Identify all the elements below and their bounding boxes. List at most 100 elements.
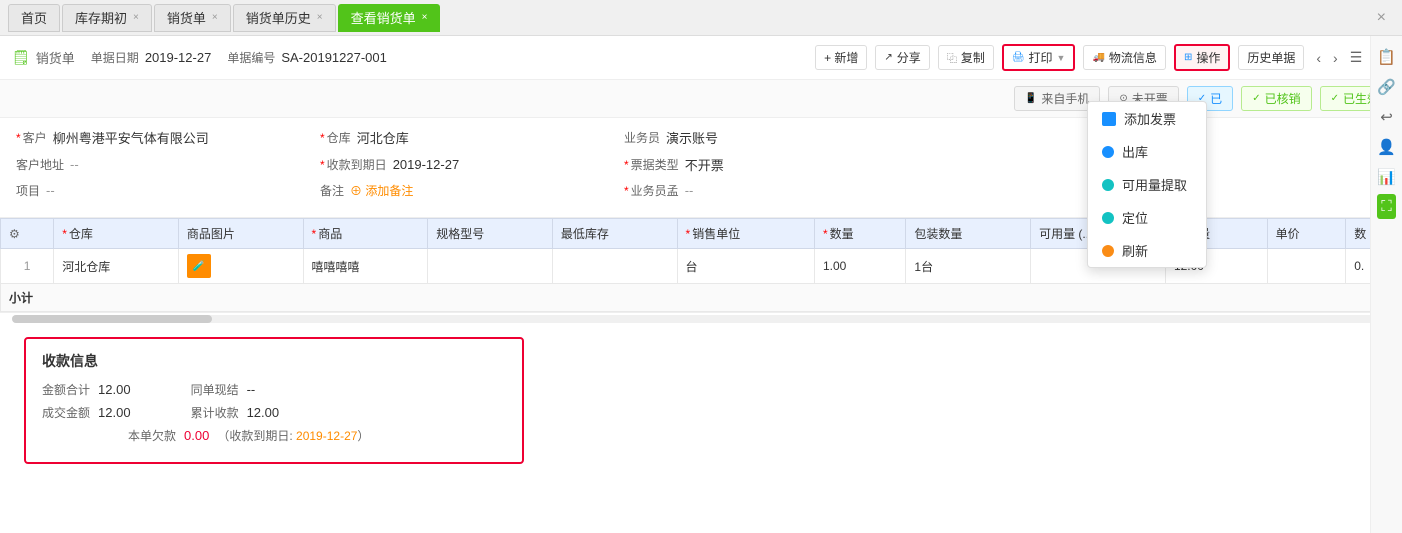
col-price: 单价	[1267, 219, 1346, 249]
cumulative-value: 12.00	[247, 405, 280, 420]
owed-due: （收款到期日: 2019-12-27）	[217, 427, 369, 444]
tab-home-label: 首页	[21, 8, 47, 27]
col-qty: 数量	[814, 219, 905, 249]
doc-type-label: 销货单	[36, 48, 75, 67]
menu-add-invoice[interactable]: 添加发票	[1088, 102, 1206, 135]
add-note-btn[interactable]: 添加备注	[350, 182, 413, 199]
ticket-value: 不开票	[685, 155, 724, 174]
warehouse-label: 仓库	[320, 129, 351, 146]
payment-date-label: 收款到期日	[320, 156, 387, 173]
settings-icon[interactable]: ⚙	[9, 227, 20, 241]
copy-button[interactable]: ⿻ 复制	[938, 45, 994, 70]
staff-value: 演示账号	[666, 128, 718, 147]
transaction-value: 12.00	[98, 405, 131, 420]
menu-outbound[interactable]: 出库	[1088, 135, 1206, 168]
tab-inventory-init[interactable]: 库存期初 ×	[62, 4, 152, 32]
col-settings[interactable]: ⚙	[1, 219, 54, 249]
customer-value: 柳州粤港平安气体有限公司	[53, 128, 209, 147]
owed-due-date: 2019-12-27	[296, 429, 357, 443]
outbound-label: 出库	[1122, 142, 1148, 161]
nav-prev[interactable]: ‹	[1312, 48, 1325, 68]
window-close-btn[interactable]: ×	[1369, 9, 1394, 27]
payment-date-field: 收款到期日 2019-12-27	[320, 156, 600, 173]
from-phone-label: 来自手机	[1041, 90, 1089, 107]
cumulative-label: 累计收款	[191, 404, 239, 421]
info-row-2: 成交金额 12.00 累计收款 12.00	[42, 404, 506, 421]
tab-inventory-label: 库存期初	[75, 8, 127, 27]
staff-field: 业务员 演示账号	[624, 128, 824, 147]
row-price	[1267, 249, 1346, 284]
transaction-item: 成交金额 12.00	[42, 404, 131, 421]
share-button[interactable]: ↗ 分享	[875, 45, 929, 70]
tab-bar: 首页 库存期初 × 销货单 × 销货单历史 × 查看销货单 × ×	[0, 0, 1402, 36]
staff2-field: 业务员孟 --	[624, 182, 824, 199]
doc-date-value: 2019-12-27	[145, 50, 212, 65]
refresh-icon	[1102, 245, 1114, 257]
tab-view-sales[interactable]: 查看销货单 ×	[338, 4, 441, 32]
transaction-label: 成交金额	[42, 404, 90, 421]
col-min-stock: 最低库存	[552, 219, 677, 249]
tab-sales-order[interactable]: 销货单 ×	[154, 4, 231, 32]
product-image: 🧪	[187, 254, 211, 278]
note-field: 备注 添加备注	[320, 182, 600, 199]
view-single[interactable]: ☰	[1346, 47, 1367, 68]
right-icon-link[interactable]: 🔗	[1373, 74, 1400, 100]
menu-refresh[interactable]: 刷新	[1088, 234, 1206, 267]
outbound-icon	[1102, 146, 1114, 158]
tab-sales-history[interactable]: 销货单历史 ×	[233, 4, 336, 32]
scroll-thumb[interactable]	[12, 315, 212, 323]
right-icon-expand[interactable]: ⛶	[1377, 194, 1396, 219]
customer-label: 客户	[16, 129, 47, 146]
logistics-button[interactable]: 🚚 物流信息	[1083, 45, 1165, 70]
doc-header: 🗒 销货单 单据日期 2019-12-27 单据编号 SA-20191227-0…	[0, 36, 1402, 80]
menu-locate[interactable]: 定位	[1088, 201, 1206, 234]
print-button[interactable]: 🖨 打印 ▼	[1002, 44, 1076, 71]
ticket-field: 票据类型 不开票	[624, 155, 824, 174]
table-scrollbar[interactable]	[12, 315, 1390, 323]
doc-date-item: 单据日期 2019-12-27	[91, 49, 212, 66]
share-label: 分享	[897, 49, 921, 66]
subtotal-label: 小计	[1, 284, 1402, 312]
col-pack: 包装数量	[906, 219, 1031, 249]
tab-inventory-close[interactable]: ×	[133, 12, 139, 23]
staff2-value: --	[685, 183, 694, 198]
doc-type-icon: 🗒	[12, 49, 30, 66]
operations-dropdown: 添加发票 出库 可用量提取 定位 刷新	[1087, 101, 1207, 268]
available-qty-label: 可用量提取	[1122, 175, 1187, 194]
tab-view-close[interactable]: ×	[422, 12, 428, 23]
row-pack: 1台	[906, 249, 1031, 284]
operations-button[interactable]: ⊞ 操作	[1174, 44, 1230, 71]
info-row-1: 金额合计 12.00 同单现结 --	[42, 381, 506, 398]
operations-label: 操作	[1196, 49, 1220, 66]
right-icon-return[interactable]: ↩	[1376, 104, 1397, 130]
tab-home[interactable]: 首页	[8, 4, 60, 32]
warehouse-field: 仓库 河北仓库	[320, 128, 600, 147]
doc-date-label: 单据日期	[91, 49, 139, 66]
right-icon-doc[interactable]: 📋	[1373, 44, 1400, 70]
row-unit: 台	[677, 249, 814, 284]
subtotal-row: 小计	[1, 284, 1402, 312]
row-qty: 1.00	[814, 249, 905, 284]
amount-total-item: 金额合计 12.00	[42, 381, 131, 398]
row-img: 🧪	[178, 249, 303, 284]
cancel-btn[interactable]: ✓ 已核销	[1241, 86, 1311, 111]
address-label: 客户地址	[16, 156, 64, 173]
owed-item: 本单欠款 0.00 （收款到期日: 2019-12-27）	[128, 427, 369, 444]
row-min-stock	[552, 249, 677, 284]
nav-next[interactable]: ›	[1329, 48, 1342, 68]
tab-sales-close[interactable]: ×	[212, 12, 218, 23]
right-icon-chart[interactable]: 📊	[1373, 164, 1400, 190]
available-qty-icon	[1102, 179, 1114, 191]
add-button[interactable]: + 新增	[815, 45, 867, 70]
menu-available-qty[interactable]: 可用量提取	[1088, 168, 1206, 201]
logistics-label: 物流信息	[1109, 49, 1157, 66]
tab-view-label: 查看销货单	[351, 8, 416, 27]
check-label: 已	[1210, 90, 1222, 107]
history-button[interactable]: 历史单据	[1238, 45, 1304, 70]
tab-history-close[interactable]: ×	[317, 12, 323, 23]
doc-title: 🗒 销货单	[12, 48, 75, 67]
project-field: 项目 --	[16, 182, 296, 199]
col-spec: 规格型号	[428, 219, 553, 249]
col-warehouse: 仓库	[54, 219, 179, 249]
right-icon-user[interactable]: 👤	[1373, 134, 1400, 160]
